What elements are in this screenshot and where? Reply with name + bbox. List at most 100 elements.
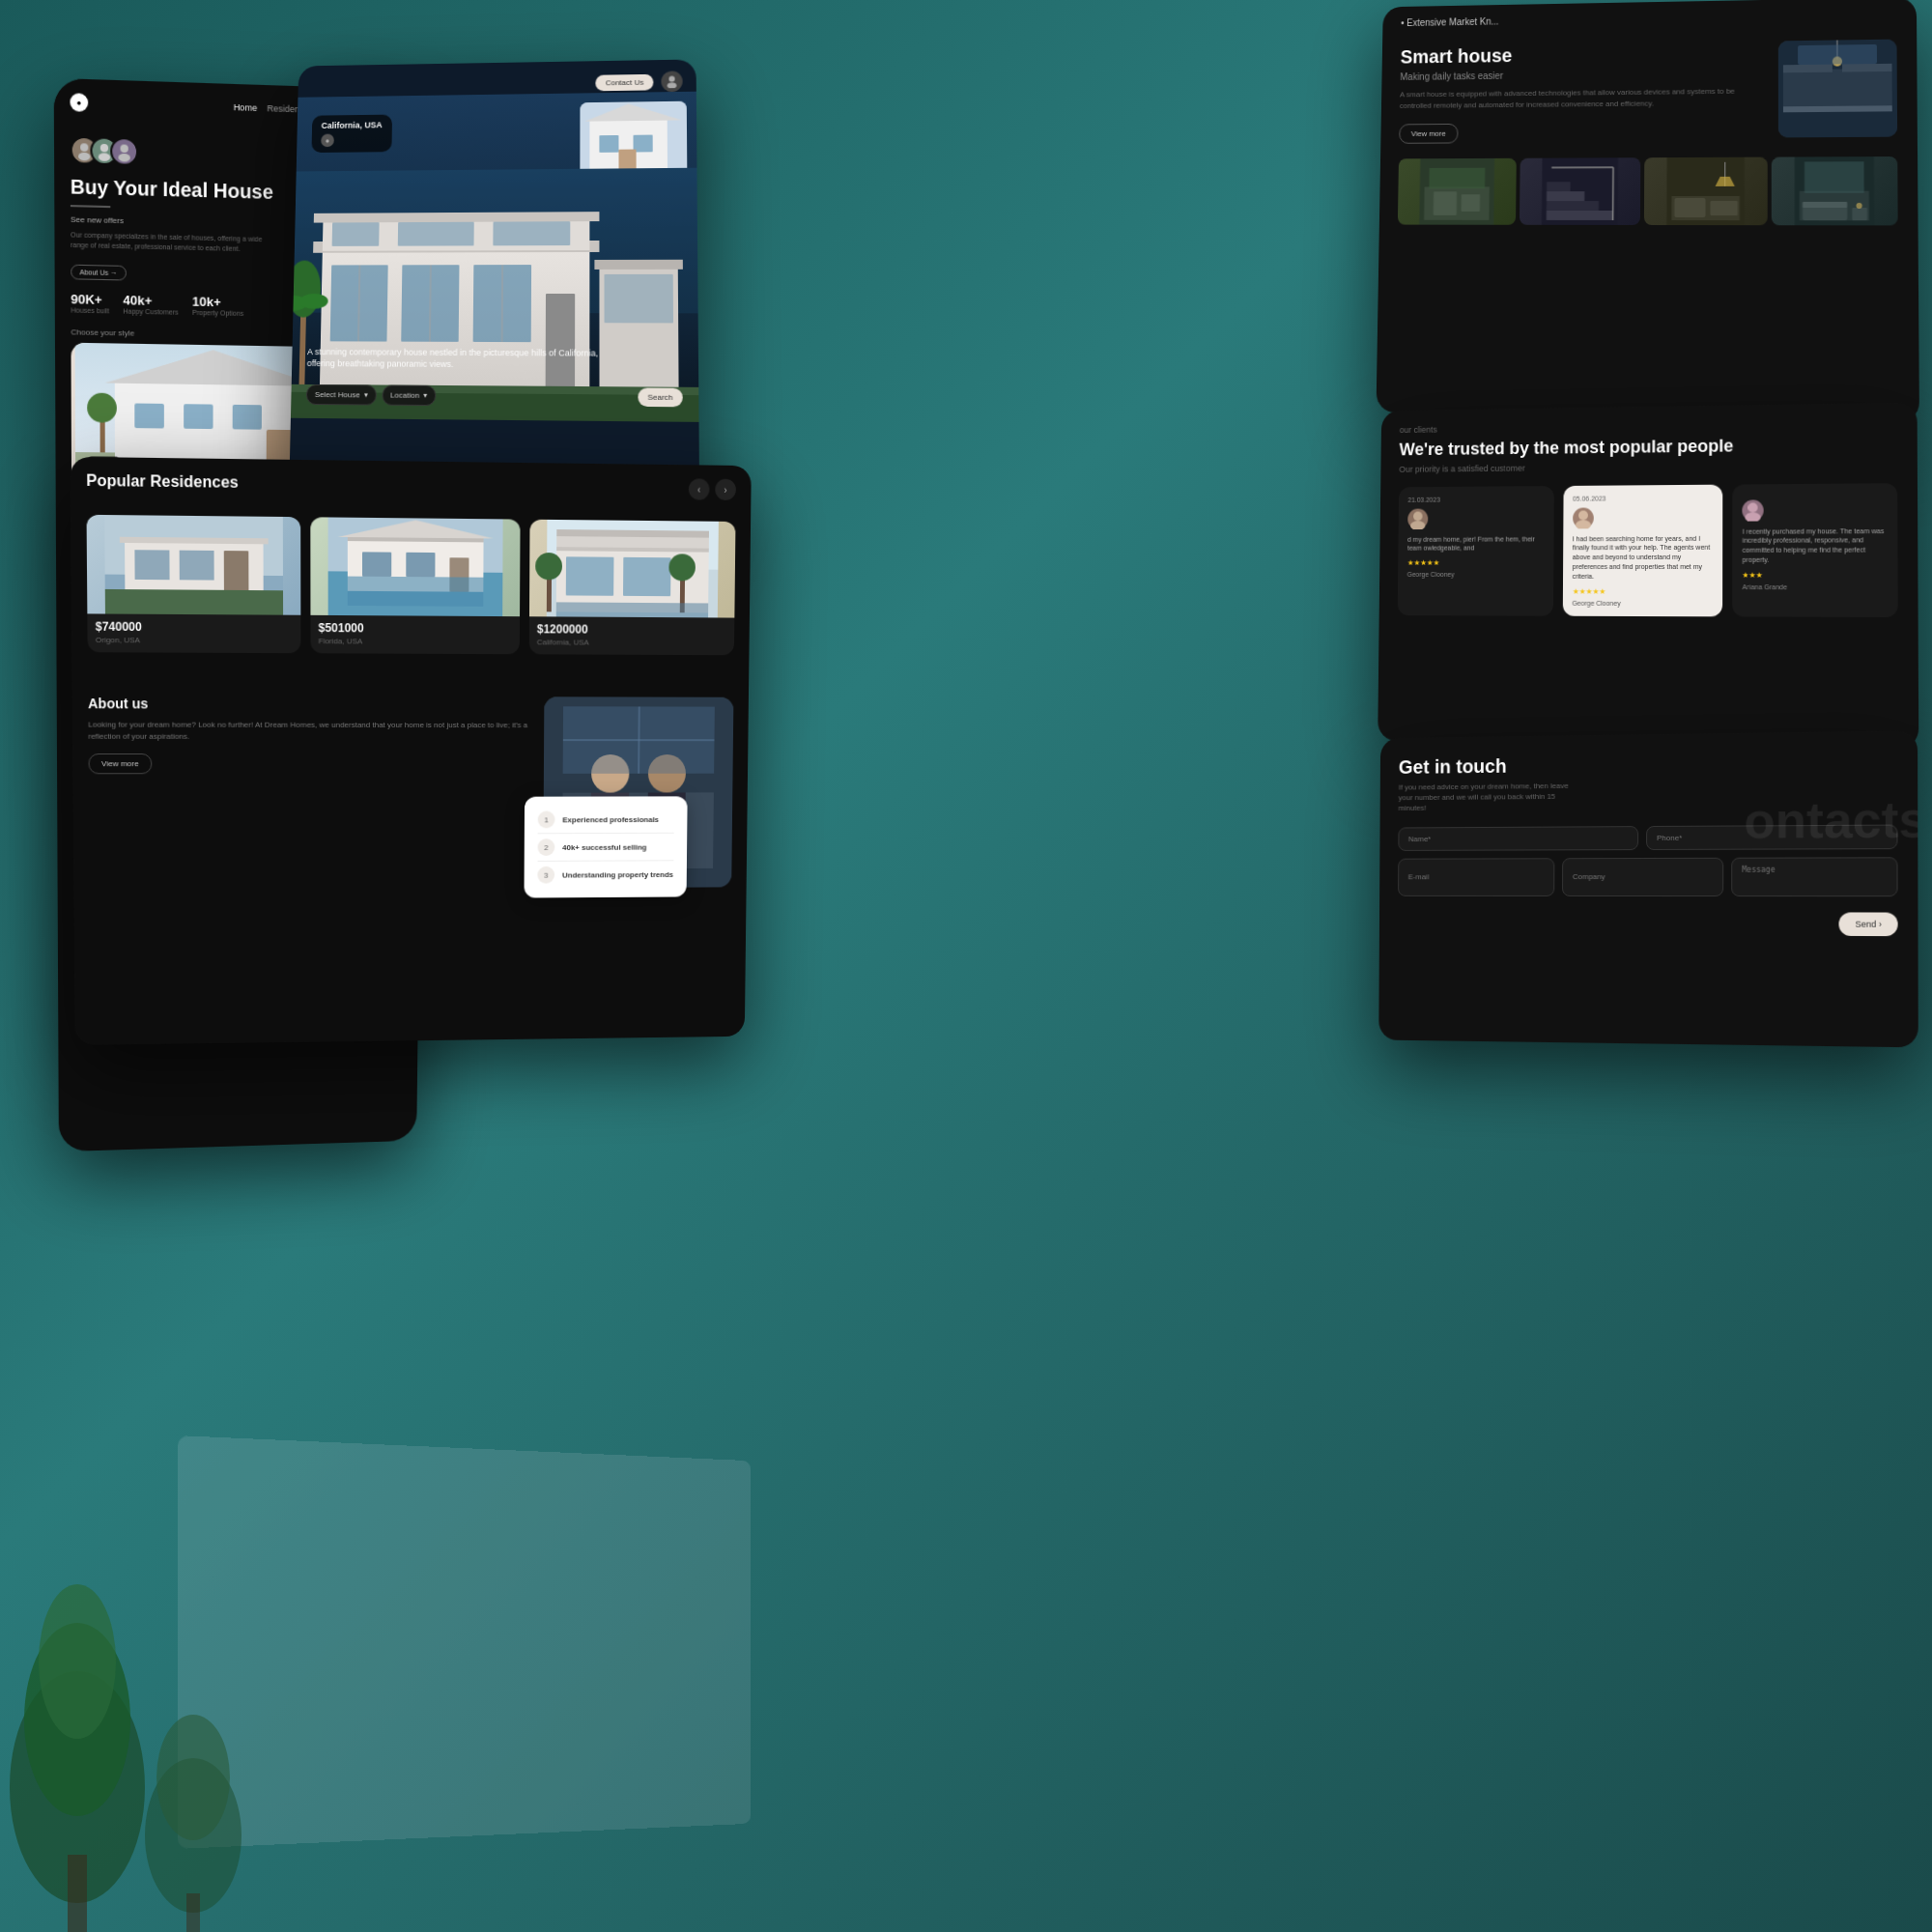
search-bar: Select House ▾ Location ▾ Search	[306, 384, 683, 408]
svg-rect-33	[634, 135, 653, 153]
device-contact: ontacts Get in touch If you need advice …	[1378, 730, 1918, 1047]
feature-text-2: 40k+ successful selling	[562, 842, 646, 851]
svg-rect-70	[1429, 168, 1485, 189]
view-more-button[interactable]: View more	[1399, 124, 1458, 144]
svg-point-95	[1578, 510, 1588, 520]
reviews-row: 21.03.2023 d my dream home, pier! From t…	[1398, 483, 1898, 617]
kitchen-image	[1778, 40, 1897, 138]
smart-house-images	[1778, 40, 1897, 142]
review-card-1: 21.03.2023 d my dream home, pier! From t…	[1398, 486, 1554, 616]
review-text-3: I recently purchased my house. The team …	[1743, 526, 1888, 565]
user-icon[interactable]	[661, 71, 682, 92]
residence-card-2: $501000 Florida, USA	[310, 517, 520, 654]
price-2: $501000	[310, 615, 520, 638]
svg-rect-105	[224, 551, 249, 595]
review-stars-3: ★★★	[1743, 571, 1888, 580]
price-1: $740000	[87, 613, 300, 637]
about-view-more[interactable]: View more	[89, 753, 152, 774]
nav-home[interactable]: Home	[234, 102, 258, 113]
svg-rect-25	[100, 417, 105, 452]
name-input[interactable]	[1398, 826, 1638, 851]
trusted-subtitle: Our priority is a satisfied customer	[1399, 459, 1897, 473]
contact-us-button[interactable]: Contact Us	[596, 73, 654, 90]
residence-card-3: $1200000 California, USA	[529, 520, 736, 656]
reviewer-1	[1407, 507, 1544, 528]
svg-point-92	[1856, 203, 1861, 209]
review-card-2: 05.06.2023 I had been searching home for…	[1562, 484, 1722, 616]
svg-rect-111	[362, 552, 391, 577]
email-input[interactable]	[1398, 858, 1554, 896]
about-description: Looking for your dream home? Look no fur…	[88, 719, 530, 743]
contact-content: ontacts Get in touch If you need advice …	[1379, 730, 1918, 955]
about-right: 1 Experienced professionals 2 40k+ succe…	[543, 696, 733, 888]
center-house-thumbnail	[580, 101, 687, 179]
feature-text-3: Understanding property trends	[562, 870, 673, 879]
svg-rect-91	[1852, 208, 1867, 220]
room-img-2	[1520, 157, 1640, 225]
phone-input[interactable]	[1646, 824, 1897, 849]
svg-rect-123	[623, 557, 671, 596]
location-tag: California, USA ●	[311, 115, 391, 153]
reviewer-avatar-2	[1573, 507, 1594, 528]
svg-rect-76	[1547, 191, 1584, 201]
svg-point-96	[1576, 520, 1591, 528]
form-row-1	[1398, 824, 1897, 850]
about-features-card: 1 Experienced professionals 2 40k+ succe…	[525, 796, 688, 897]
smart-house-title: Smart house	[1401, 42, 1763, 69]
svg-rect-75	[1547, 201, 1599, 211]
svg-rect-128	[556, 602, 708, 617]
room-img-1	[1398, 158, 1517, 225]
svg-rect-112	[406, 553, 435, 578]
feature-num-2: 2	[538, 838, 555, 856]
location-dropdown[interactable]: Location ▾	[382, 385, 436, 407]
svg-rect-53	[605, 274, 673, 324]
feature-text-1: Experienced professionals	[562, 815, 659, 824]
building-background	[178, 1435, 751, 1849]
svg-rect-90	[1803, 202, 1847, 208]
svg-rect-74	[1547, 211, 1613, 220]
location-1: Origon, USA	[88, 636, 301, 653]
form-row-2	[1398, 857, 1897, 896]
review-stars-1: ★★★★★	[1407, 558, 1545, 567]
svg-rect-89	[1803, 206, 1847, 220]
stat-houses: 90K+ Houses built	[71, 291, 109, 314]
reviewer-name-1: George Clooney	[1407, 571, 1545, 578]
location-3: California, USA	[529, 638, 734, 655]
send-button[interactable]: Send ›	[1839, 912, 1898, 936]
message-input[interactable]	[1731, 857, 1897, 896]
company-input[interactable]	[1562, 857, 1723, 895]
device-smart-house: • Extensive Market Kn... Smart house Mak…	[1377, 0, 1919, 422]
device-trusted: our clients We're trusted by the most po…	[1378, 403, 1918, 750]
svg-rect-17	[134, 403, 164, 428]
about-us-button[interactable]: About Us →	[71, 264, 127, 280]
svg-rect-48	[398, 222, 474, 246]
device-bottom: Popular Residences ‹ ›	[70, 457, 751, 1045]
svg-rect-18	[184, 404, 213, 429]
svg-point-97	[1748, 502, 1758, 512]
svg-rect-63	[1842, 64, 1891, 72]
carousel-next[interactable]: ›	[715, 479, 736, 500]
svg-rect-106	[105, 589, 283, 615]
carousel-prev[interactable]: ‹	[689, 478, 710, 499]
hero-overlay-text: A stunning contemporary house nestled in…	[307, 346, 619, 372]
svg-rect-67	[1798, 44, 1877, 65]
svg-rect-61	[1783, 69, 1892, 108]
svg-rect-104	[180, 551, 214, 581]
review-date-1: 21.03.2023	[1407, 496, 1544, 503]
svg-rect-32	[599, 135, 618, 153]
logo[interactable]: ●	[70, 93, 88, 112]
room-img-4	[1772, 156, 1898, 225]
residence-img-2	[310, 517, 520, 616]
trusted-title: We're trusted by the most popular people	[1399, 434, 1897, 460]
svg-rect-83	[1711, 201, 1738, 215]
smart-house-grid	[1379, 156, 1918, 226]
search-button[interactable]: Search	[638, 387, 683, 407]
review-text-2: I had been searching home for years, and…	[1572, 533, 1713, 581]
feature-item-3: 3 Understanding property trends	[537, 861, 673, 888]
review-date-2: 05.06.2023	[1573, 494, 1714, 501]
select-house-dropdown[interactable]: Select House ▾	[306, 384, 377, 406]
residence-img-3	[529, 520, 736, 618]
stat-properties-label: Property Options	[192, 308, 243, 316]
svg-point-7	[80, 143, 88, 152]
stat-properties-num: 10k+	[192, 294, 243, 309]
